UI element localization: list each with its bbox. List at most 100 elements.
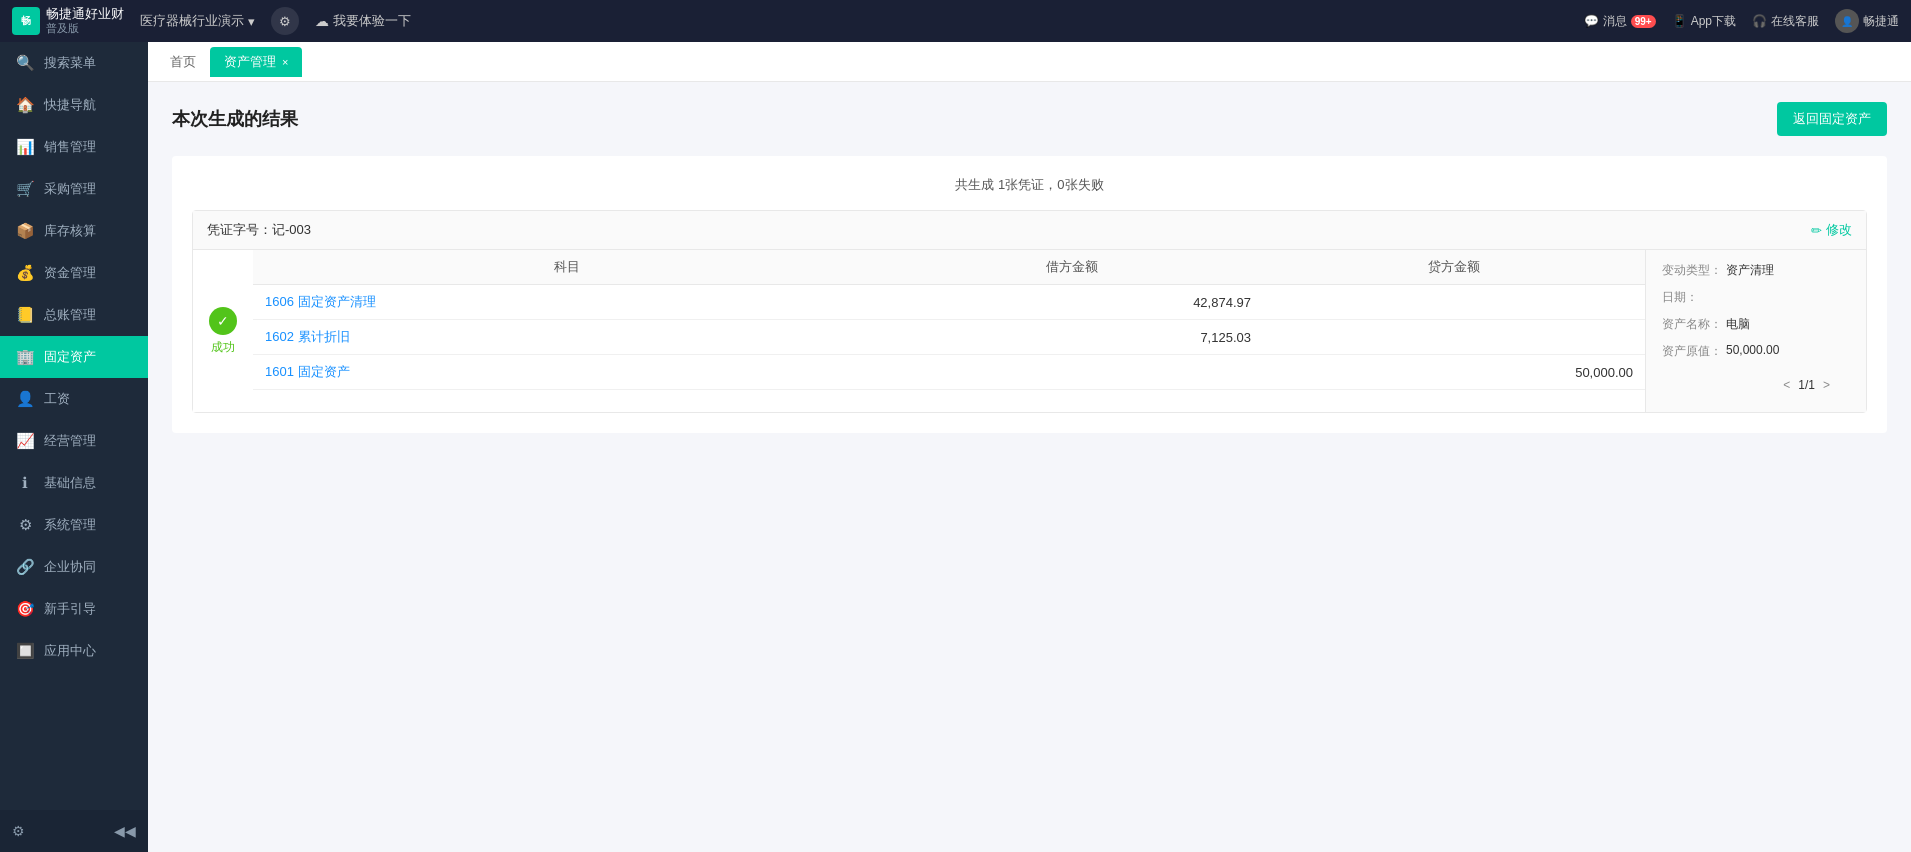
sidebar-label-inventory: 库存核算 xyxy=(44,222,96,240)
basic-info-icon: ℹ xyxy=(16,474,34,492)
top-header: 畅 畅捷通好业财 普及版 医疗器械行业演示 ▾ ⚙ ☁ 我要体验一下 💬 消息 … xyxy=(0,0,1911,42)
sidebar-item-sales[interactable]: 📊 销售管理 xyxy=(0,126,148,168)
sidebar-item-enterprise[interactable]: 🔗 企业协同 xyxy=(0,546,148,588)
asset-name-value: 电脑 xyxy=(1726,316,1750,333)
dropdown-icon: ▾ xyxy=(248,14,255,29)
content-area: 首页 资产管理 × 本次生成的结果 返回固定资产 共生成 1张凭证，0张失败 xyxy=(148,42,1911,852)
sidebar-label-sales: 销售管理 xyxy=(44,138,96,156)
user-area[interactable]: 👤 畅捷通 xyxy=(1835,9,1899,33)
edit-icon: ✏ xyxy=(1811,223,1822,238)
debit-cell: 7,125.03 xyxy=(881,320,1263,355)
date-row: 日期： xyxy=(1662,289,1850,306)
voucher-id: 凭证字号：记-003 xyxy=(207,221,311,239)
payroll-icon: 👤 xyxy=(16,390,34,408)
result-panel: 共生成 1张凭证，0张失败 凭证字号：记-003 ✏ 修改 xyxy=(172,156,1887,433)
edit-button[interactable]: ✏ 修改 xyxy=(1811,221,1852,239)
change-type-row: 变动类型： 资产清理 xyxy=(1662,262,1850,279)
sidebar-item-finance[interactable]: 💰 资金管理 xyxy=(0,252,148,294)
message-button[interactable]: 💬 消息 99+ xyxy=(1584,13,1656,30)
ledger-icon: 📒 xyxy=(16,306,34,324)
sales-icon: 📊 xyxy=(16,138,34,156)
sidebar-item-operations[interactable]: 📈 经营管理 xyxy=(0,420,148,462)
table-row: 1601 固定资产 50,000.00 xyxy=(253,355,1645,390)
sidebar-item-app-center[interactable]: 🔲 应用中心 xyxy=(0,630,148,672)
result-summary: 共生成 1张凭证，0张失败 xyxy=(192,176,1867,194)
debit-cell xyxy=(881,355,1263,390)
credit-cell: 50,000.00 xyxy=(1263,355,1645,390)
sidebar-item-basic-info[interactable]: ℹ 基础信息 xyxy=(0,462,148,504)
sidebar-item-inventory[interactable]: 📦 库存核算 xyxy=(0,210,148,252)
page-title-row: 本次生成的结果 返回固定资产 xyxy=(172,102,1887,136)
voucher-table-area: 科目 借方金额 贷方金额 1606 固定资产清理 42,874.97 1602 … xyxy=(253,250,1646,412)
tab-asset-mgmt[interactable]: 资产管理 × xyxy=(210,47,302,77)
sidebar-label-system: 系统管理 xyxy=(44,516,96,534)
voucher-header: 凭证字号：记-003 ✏ 修改 xyxy=(193,211,1866,250)
status-col: ✓ 成功 xyxy=(193,250,253,412)
col-credit: 贷方金额 xyxy=(1263,250,1645,285)
header-settings-button[interactable]: ⚙ xyxy=(271,7,299,35)
app-download-button[interactable]: 📱 App下载 xyxy=(1672,13,1736,30)
sidebar-item-fixed-assets[interactable]: 🏢 固定资产 xyxy=(0,336,148,378)
sidebar-label-finance: 资金管理 xyxy=(44,264,96,282)
operations-icon: 📈 xyxy=(16,432,34,450)
experience-label: 我要体验一下 xyxy=(333,12,411,30)
sidebar-item-system[interactable]: ⚙ 系统管理 xyxy=(0,504,148,546)
next-page[interactable]: > xyxy=(1823,378,1830,392)
fixed-assets-icon: 🏢 xyxy=(16,348,34,366)
avatar: 👤 xyxy=(1835,9,1859,33)
sidebar-label-operations: 经营管理 xyxy=(44,432,96,450)
company-selector[interactable]: 医疗器械行业演示 ▾ xyxy=(132,8,263,34)
sidebar-item-search[interactable]: 🔍 搜索菜单 xyxy=(0,42,148,84)
message-badge: 99+ xyxy=(1631,15,1656,28)
logo-area: 畅 畅捷通好业财 普及版 xyxy=(12,6,124,37)
asset-name-row: 资产名称： 电脑 xyxy=(1662,316,1850,333)
inventory-icon: 📦 xyxy=(16,222,34,240)
col-subject: 科目 xyxy=(253,250,881,285)
message-icon: 💬 xyxy=(1584,14,1599,28)
return-button[interactable]: 返回固定资产 xyxy=(1777,102,1887,136)
sidebar-item-purchase[interactable]: 🛒 采购管理 xyxy=(0,168,148,210)
subject-cell: 1602 累计折旧 xyxy=(253,320,881,355)
sidebar-label-ledger: 总账管理 xyxy=(44,306,96,324)
prev-page[interactable]: < xyxy=(1783,378,1790,392)
col-debit: 借方金额 xyxy=(881,250,1263,285)
asset-name-label: 资产名称： xyxy=(1662,316,1726,333)
tab-home-label: 首页 xyxy=(170,53,196,71)
sidebar-label-search: 搜索菜单 xyxy=(44,54,96,72)
page-title: 本次生成的结果 xyxy=(172,107,298,131)
pagination: < 1/1 > xyxy=(1662,370,1850,400)
online-service-button[interactable]: 🎧 在线客服 xyxy=(1752,13,1819,30)
headset-icon: 🎧 xyxy=(1752,14,1767,28)
voucher-section: 凭证字号：记-003 ✏ 修改 ✓ 成功 xyxy=(192,210,1867,413)
enterprise-icon: 🔗 xyxy=(16,558,34,576)
sidebar-scroll: 🔍 搜索菜单 🏠 快捷导航 📊 销售管理 🛒 采购管理 📦 库存核算 💰 资金管… xyxy=(0,42,148,810)
sidebar-item-guide[interactable]: 🎯 新手引导 xyxy=(0,588,148,630)
table-row: 1606 固定资产清理 42,874.97 xyxy=(253,285,1645,320)
app-download-label: App下载 xyxy=(1691,13,1736,30)
tab-home[interactable]: 首页 xyxy=(160,47,206,77)
sidebar-settings-icon[interactable]: ⚙ xyxy=(12,823,25,839)
online-service-label: 在线客服 xyxy=(1771,13,1819,30)
change-type-label: 变动类型： xyxy=(1662,262,1726,279)
tab-bar: 首页 资产管理 × xyxy=(148,42,1911,82)
sidebar-item-payroll[interactable]: 👤 工资 xyxy=(0,378,148,420)
sidebar-item-ledger[interactable]: 📒 总账管理 xyxy=(0,294,148,336)
original-value-label: 资产原值： xyxy=(1662,343,1726,360)
sidebar-toggle-button[interactable]: ◀◀ xyxy=(114,823,136,839)
original-value-value: 50,000.00 xyxy=(1726,343,1779,360)
sidebar-label-basic-info: 基础信息 xyxy=(44,474,96,492)
original-value-row: 资产原值： 50,000.00 xyxy=(1662,343,1850,360)
sidebar: 🔍 搜索菜单 🏠 快捷导航 📊 销售管理 🛒 采购管理 📦 库存核算 💰 资金管… xyxy=(0,42,148,852)
table-row: 1602 累计折旧 7,125.03 xyxy=(253,320,1645,355)
gear-icon: ⚙ xyxy=(279,14,291,29)
avatar-icon: 👤 xyxy=(1841,16,1853,27)
tab-close-icon[interactable]: × xyxy=(282,56,288,68)
experience-button[interactable]: ☁ 我要体验一下 xyxy=(307,8,419,34)
debit-cell: 42,874.97 xyxy=(881,285,1263,320)
sidebar-item-quick-nav[interactable]: 🏠 快捷导航 xyxy=(0,84,148,126)
logo-text: 畅捷通好业财 xyxy=(46,6,124,22)
cloud-icon: ☁ xyxy=(315,13,329,29)
subject-cell: 1606 固定资产清理 xyxy=(253,285,881,320)
app-center-icon: 🔲 xyxy=(16,642,34,660)
credit-cell xyxy=(1263,320,1645,355)
